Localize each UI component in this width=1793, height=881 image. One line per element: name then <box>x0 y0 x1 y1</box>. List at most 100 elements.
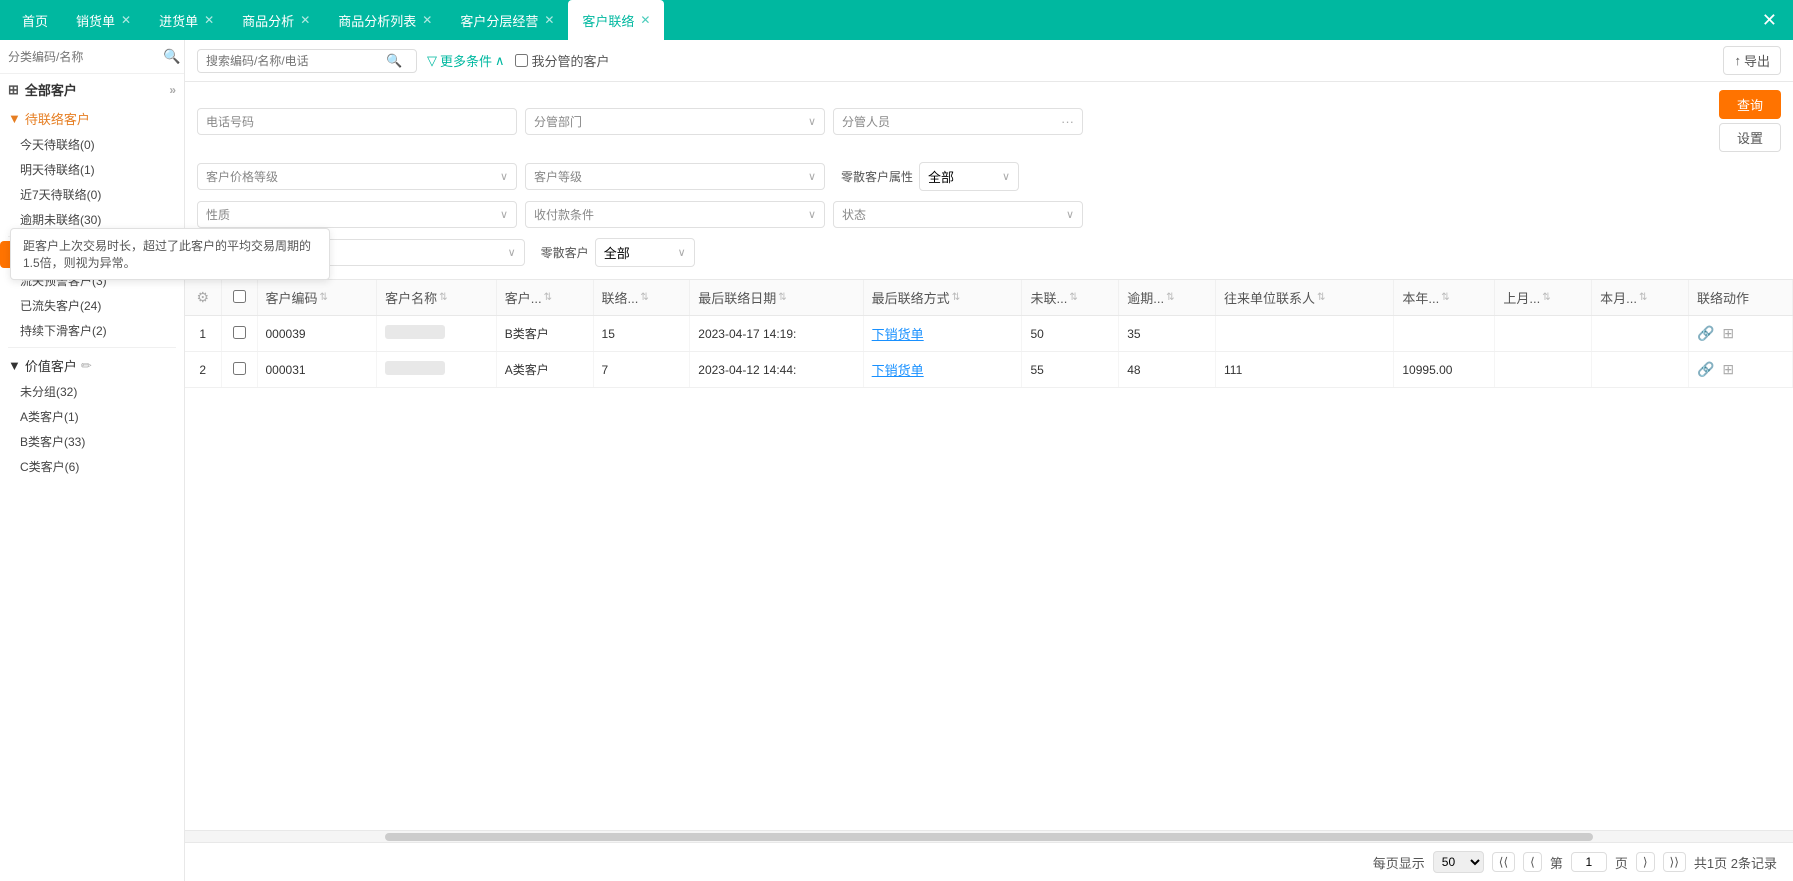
th-checkbox[interactable] <box>221 280 257 316</box>
filter-manager[interactable]: 分管人员 ··· <box>833 108 1083 135</box>
price-level-arrow: ∨ <box>500 170 508 183</box>
th-contact-sort[interactable]: 联络... ⇅ <box>602 288 682 307</box>
settings-button[interactable]: 设置 <box>1719 123 1781 152</box>
nav-customer-contact[interactable]: 客户联络 ✕ <box>568 0 664 40</box>
th-last-method-sort[interactable]: 最后联络方式 ⇅ <box>872 288 1014 307</box>
th-overdue-sort[interactable]: 逾期... ⇅ <box>1127 288 1207 307</box>
nav-product-list[interactable]: 商品分析列表 ✕ <box>324 0 446 40</box>
nav-purchase-close[interactable]: ✕ <box>204 13 214 27</box>
th-action: 联络动作 <box>1688 280 1792 316</box>
last-date-sort-icon: ⇅ <box>778 292 786 303</box>
th-code-sort[interactable]: 客户编码 ⇅ <box>266 288 369 307</box>
cell-unread: 50 <box>1022 316 1119 352</box>
filter-payment[interactable]: 收付款条件 ∨ <box>525 201 825 228</box>
sidebar-search-bar[interactable]: 🔍 <box>0 40 184 74</box>
th-this-month: 本月... ⇅ <box>1592 280 1689 316</box>
horizontal-scrollbar[interactable] <box>185 830 1793 842</box>
retail-attr-select[interactable]: 全部 ∨ <box>919 162 1019 191</box>
sidebar-item-today[interactable]: 今天待联络(0) <box>0 132 184 157</box>
search-box[interactable]: 🔍 <box>197 49 417 73</box>
sidebar-search-input[interactable] <box>8 50 163 64</box>
th-unit-contact-sort[interactable]: 往来单位联系人 ⇅ <box>1224 288 1385 307</box>
link-action-icon[interactable]: 🔗 <box>1697 325 1714 342</box>
retail-select[interactable]: 全部 ∨ <box>595 238 695 267</box>
th-type-sort[interactable]: 客户... ⇅ <box>505 288 585 307</box>
nav-customer-tier-close[interactable]: ✕ <box>544 13 554 27</box>
my-customers-check[interactable] <box>515 54 528 67</box>
nav-customer-contact-close[interactable]: ✕ <box>640 13 650 27</box>
nav-customer-tier[interactable]: 客户分层经营 ✕ <box>446 0 568 40</box>
sidebar-all-customers[interactable]: ⊞ 全部客户 » <box>0 74 184 105</box>
filter-dept[interactable]: 分管部门 ∨ <box>525 108 825 135</box>
cell-last-method: 下销货单 <box>863 352 1022 388</box>
th-last-date-sort[interactable]: 最后联络日期 ⇅ <box>698 288 854 307</box>
sidebar-collapse-btn[interactable]: » <box>169 83 176 97</box>
main-search-input[interactable] <box>206 54 386 68</box>
value-group-edit-icon[interactable]: ✏ <box>81 358 92 374</box>
export-button[interactable]: ↑ 导出 <box>1723 46 1781 75</box>
th-this-month-sort[interactable]: 本月... ⇅ <box>1600 288 1680 307</box>
next-page-btn[interactable]: ⟩ <box>1636 852 1655 872</box>
row-checkbox[interactable] <box>233 326 246 339</box>
table-gear-icon[interactable]: ⚙ <box>196 289 209 305</box>
sidebar-item-ungrouped[interactable]: 未分组(32) <box>0 379 184 404</box>
last-method-link[interactable]: 下销货单 <box>872 327 924 342</box>
nav-home[interactable]: 首页 <box>8 0 62 40</box>
nav-sales-close[interactable]: ✕ <box>121 13 131 27</box>
cell-overdue: 48 <box>1119 352 1216 388</box>
filter-row-3: 性质 ∨ 收付款条件 ∨ 状态 ∨ <box>197 201 1781 228</box>
th-last-date: 最后联络日期 ⇅ <box>690 280 863 316</box>
filter-price-level[interactable]: 客户价格等级 ∨ <box>197 163 517 190</box>
th-this-year-sort[interactable]: 本年... ⇅ <box>1402 288 1486 307</box>
contact-sort-icon: ⇅ <box>640 292 648 303</box>
filter-customer-level[interactable]: 客户等级 ∨ <box>525 163 825 190</box>
th-last-month-sort[interactable]: 上月... ⇅ <box>1503 288 1583 307</box>
this-month-sort-icon: ⇅ <box>1639 292 1647 303</box>
page-input[interactable] <box>1571 852 1607 872</box>
sidebar-item-class-a[interactable]: A类客户(1) <box>0 404 184 429</box>
nav-purchase[interactable]: 进货单 ✕ <box>145 0 228 40</box>
page-size-select[interactable]: 50 20 100 <box>1433 851 1484 873</box>
grid-action-icon[interactable]: ⊞ <box>1722 361 1734 378</box>
grid-action-icon[interactable]: ⊞ <box>1722 325 1734 342</box>
sidebar-item-tomorrow[interactable]: 明天待联络(1) <box>0 157 184 182</box>
my-customers-checkbox[interactable]: 我分管的客户 <box>515 51 610 70</box>
nav-product-analysis[interactable]: 商品分析 ✕ <box>228 0 324 40</box>
filter-status[interactable]: 状态 ∨ <box>833 201 1083 228</box>
sidebar-item-7days[interactable]: 近7天待联络(0) <box>0 182 184 207</box>
prev-page-btn[interactable]: ⟨ <box>1523 852 1542 872</box>
table-footer: 每页显示 50 20 100 ⟨⟨ ⟨ 第 页 ⟩ ⟩⟩ 共1页 2条记录 <box>185 842 1793 881</box>
grid-icon: ⊞ <box>8 82 19 98</box>
cell-check[interactable] <box>221 352 257 388</box>
row-checkbox[interactable] <box>233 362 246 375</box>
last-page-btn[interactable]: ⟩⟩ <box>1663 852 1686 872</box>
filter-gender[interactable]: 性质 ∨ <box>197 201 517 228</box>
th-name-sort[interactable]: 客户名称 ⇅ <box>385 288 488 307</box>
nav-sales[interactable]: 销货单 ✕ <box>62 0 145 40</box>
th-unread-sort[interactable]: 未联... ⇅ <box>1030 288 1110 307</box>
close-all-tabs[interactable]: ✕ <box>1762 10 1777 31</box>
value-arrow: ▼ <box>8 358 21 373</box>
first-page-btn[interactable]: ⟨⟨ <box>1492 852 1515 872</box>
last-method-link[interactable]: 下销货单 <box>872 363 924 378</box>
sidebar-item-declining[interactable]: 持续下滑客户(2) <box>0 318 184 343</box>
filter-phone[interactable]: 电话号码 <box>197 108 517 135</box>
manager-dots[interactable]: ··· <box>1061 114 1074 129</box>
nav-product-analysis-close[interactable]: ✕ <box>300 13 310 27</box>
cell-check[interactable] <box>221 316 257 352</box>
select-all-checkbox[interactable] <box>233 290 246 303</box>
gender-arrow: ∨ <box>500 208 508 221</box>
scrollbar-thumb[interactable] <box>385 833 1593 841</box>
app-container: 首页 销货单 ✕ 进货单 ✕ 商品分析 ✕ 商品分析列表 ✕ 客户分层经营 ✕ … <box>0 0 1793 881</box>
cell-this-year: 10995.00 <box>1394 352 1495 388</box>
sidebar-item-class-b[interactable]: B类客户(33) <box>0 429 184 454</box>
link-action-icon[interactable]: 🔗 <box>1697 361 1714 378</box>
sidebar-pending-group[interactable]: ▼ 待联络客户 <box>0 105 184 132</box>
sidebar-value-group[interactable]: ▼ 价值客户 ✏ <box>0 352 184 379</box>
query-button[interactable]: 查询 <box>1719 90 1781 119</box>
th-settings[interactable]: ⚙ <box>185 280 221 316</box>
sidebar-item-churned[interactable]: 已流失客户(24) <box>0 293 184 318</box>
nav-product-list-close[interactable]: ✕ <box>422 13 432 27</box>
sidebar-item-class-c[interactable]: C类客户(6) <box>0 454 184 479</box>
more-conditions-btn[interactable]: ▽ 更多条件 ∧ <box>427 51 505 70</box>
